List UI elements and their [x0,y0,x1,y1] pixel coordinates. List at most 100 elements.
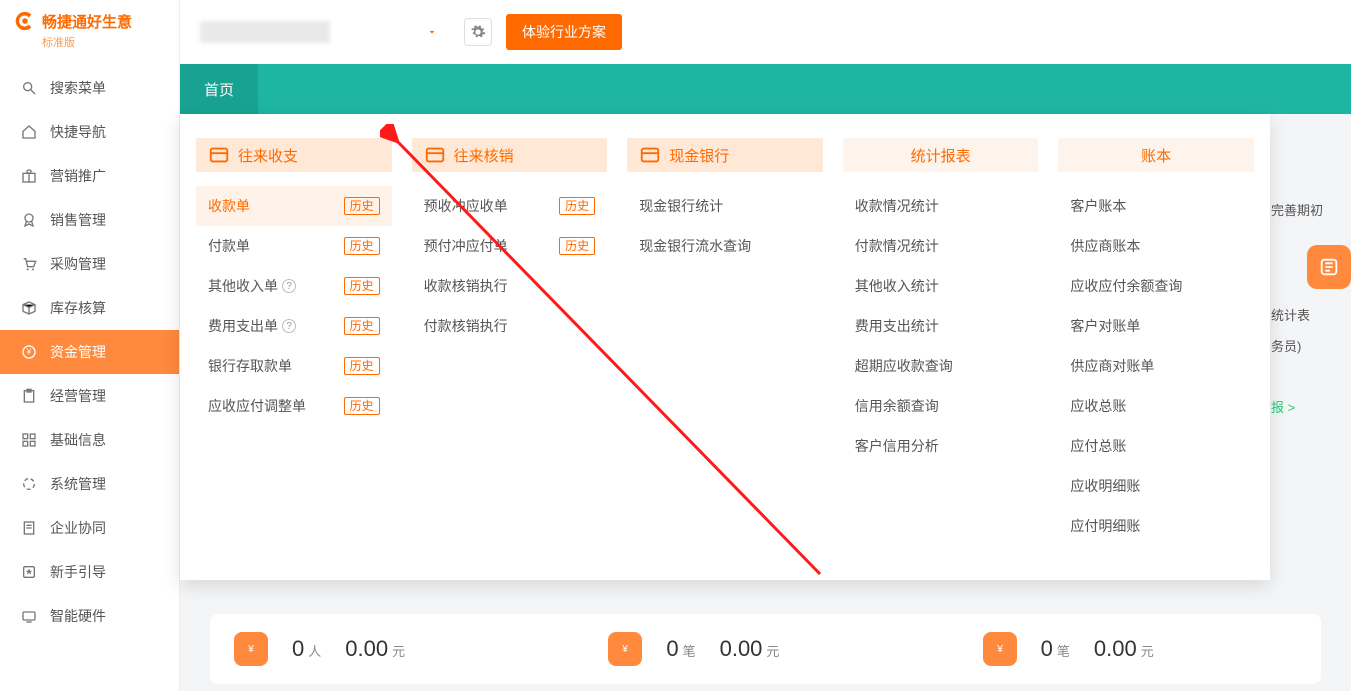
mega-col-header: 现金银行 [627,138,823,172]
mega-item-label: 应收明细账 [1070,476,1140,496]
history-badge[interactable]: 历史 [344,237,380,255]
sidebar-item-12[interactable]: 智能硬件 [0,594,179,638]
mega-item[interactable]: 现金银行统计 [627,186,823,226]
sidebar-item-10[interactable]: 企业协同 [0,506,179,550]
sidebar-item-6[interactable]: ¥资金管理 [0,330,179,374]
mega-item[interactable]: 应付明细账 [1058,506,1254,546]
sidebar-item-8[interactable]: 基础信息 [0,418,179,462]
tv-icon [20,607,38,625]
mega-item[interactable]: 付款核销执行 [412,306,608,346]
brand: 畅捷通好生意 标准版 [0,0,179,56]
sidebar-item-0[interactable]: 搜索菜单 [0,66,179,110]
mega-item[interactable]: 应收应付调整单历史 [196,386,392,426]
mega-item[interactable]: 付款单历史 [196,226,392,266]
mega-item-label: 银行存取款单 [208,356,292,376]
mega-item[interactable]: 供应商对账单 [1058,346,1254,386]
mega-item-label: 收款单 [208,196,250,216]
stat-unit: 笔 [683,641,696,660]
mega-item[interactable]: 预收冲应收单历史 [412,186,608,226]
sidebar-item-7[interactable]: 经营管理 [0,374,179,418]
mega-col-header: 账本 [1058,138,1254,172]
mega-col-header: 往来收支 [196,138,392,172]
mega-item[interactable]: 供应商账本 [1058,226,1254,266]
mega-item-label: 应收应付余额查询 [1070,276,1182,296]
mega-item[interactable]: 现金银行流水查询 [627,226,823,266]
sidebar-item-5[interactable]: 库存核算 [0,286,179,330]
home-icon [20,123,38,141]
stat-card-0: ¥0人0.00元 [234,632,548,666]
sidebar-item-label: 基础信息 [50,430,106,450]
stat-amount-unit: 元 [392,641,405,660]
sidebar-item-3[interactable]: 销售管理 [0,198,179,242]
sidebar-item-label: 智能硬件 [50,606,106,626]
mega-item-label: 其他收入单? [208,276,296,296]
mega-item-label: 供应商账本 [1070,236,1140,256]
mega-item[interactable]: 费用支出统计 [843,306,1039,346]
sidebar-item-1[interactable]: 快捷导航 [0,110,179,154]
tab-home[interactable]: 首页 [180,64,258,114]
history-badge[interactable]: 历史 [559,197,595,215]
sidebar-item-label: 经营管理 [50,386,106,406]
stat-count: 0 [1041,636,1053,662]
sidebar-item-label: 库存核算 [50,298,106,318]
tab-strip: 首页 [180,64,1351,114]
org-selector[interactable] [200,21,450,43]
mega-item[interactable]: 信用余额查询 [843,386,1039,426]
mega-item[interactable]: 收款单 历史 [196,186,392,226]
mega-col-title: 现金银行 [669,145,729,166]
badge-icon [20,211,38,229]
mega-item[interactable]: 其他收入统计 [843,266,1039,306]
mega-item-label: 付款核销执行 [424,316,508,336]
history-badge[interactable]: 历史 [559,237,595,255]
mega-item[interactable]: 应付总账 [1058,426,1254,466]
sidebar-item-9[interactable]: 系统管理 [0,462,179,506]
doc-icon [20,519,38,537]
history-badge[interactable]: 历史 [344,277,380,295]
mega-item[interactable]: 超期应收款查询 [843,346,1039,386]
section-icon [424,144,446,166]
loop-icon [20,475,38,493]
stat-amount: 0.00 [720,636,763,662]
mega-item[interactable]: 客户账本 [1058,186,1254,226]
sidebar-item-11[interactable]: 新手引导 [0,550,179,594]
mega-item-label: 预付冲应付单 [424,236,508,256]
peek-card-icon [1307,245,1351,289]
sidebar-item-2[interactable]: 营销推广 [0,154,179,198]
history-badge[interactable]: 历史 [344,397,380,415]
mega-item[interactable]: 应收总账 [1058,386,1254,426]
stat-amount-unit: 元 [766,641,779,660]
history-badge[interactable]: 历史 [344,317,380,335]
sidebar-item-label: 系统管理 [50,474,106,494]
mega-item[interactable]: 客户对账单 [1058,306,1254,346]
sidebar-item-label: 资金管理 [50,342,106,362]
mega-item-label: 应付总账 [1070,436,1126,456]
mega-item[interactable]: 银行存取款单 历史 [196,346,392,386]
mega-col-title: 往来收支 [238,145,298,166]
stat-amount: 0.00 [345,636,388,662]
mega-col-1: 往来核销预收冲应收单历史预付冲应付单历史收款核销执行付款核销执行 [406,138,614,546]
sidebar-item-label: 销售管理 [50,210,106,230]
history-badge[interactable]: 历史 [344,357,380,375]
sidebar: 畅捷通好生意 标准版 搜索菜单快捷导航营销推广销售管理采购管理库存核算 ¥资金管理… [0,0,180,691]
mega-item[interactable]: 应收应付余额查询 [1058,266,1254,306]
settings-button[interactable] [464,18,492,46]
mega-item[interactable]: 其他收入单? 历史 [196,266,392,306]
help-icon: ? [282,279,296,293]
search-icon [20,79,38,97]
sidebar-item-label: 搜索菜单 [50,78,106,98]
mega-item[interactable]: 费用支出单?历史 [196,306,392,346]
peek-link[interactable]: 报 > [1271,391,1351,422]
mega-item-label: 供应商对账单 [1070,356,1154,376]
industry-plan-button[interactable]: 体验行业方案 [506,14,622,50]
stat-icon: ¥ [234,632,268,666]
mega-item[interactable]: 客户信用分析 [843,426,1039,466]
history-badge[interactable]: 历史 [344,197,380,215]
mega-item[interactable]: 应收明细账 [1058,466,1254,506]
mega-item[interactable]: 付款情况统计 [843,226,1039,266]
mega-item[interactable]: 收款核销执行 [412,266,608,306]
sidebar-item-4[interactable]: 采购管理 [0,242,179,286]
mega-menu: 往来收支收款单历史付款单历史其他收入单?历史费用支出单?历史银行存取款单历史应收… [180,114,1270,580]
mega-item[interactable]: 收款情况统计 [843,186,1039,226]
mega-item-label: 现金银行统计 [639,196,723,216]
mega-item[interactable]: 预付冲应付单 历史 [412,226,608,266]
